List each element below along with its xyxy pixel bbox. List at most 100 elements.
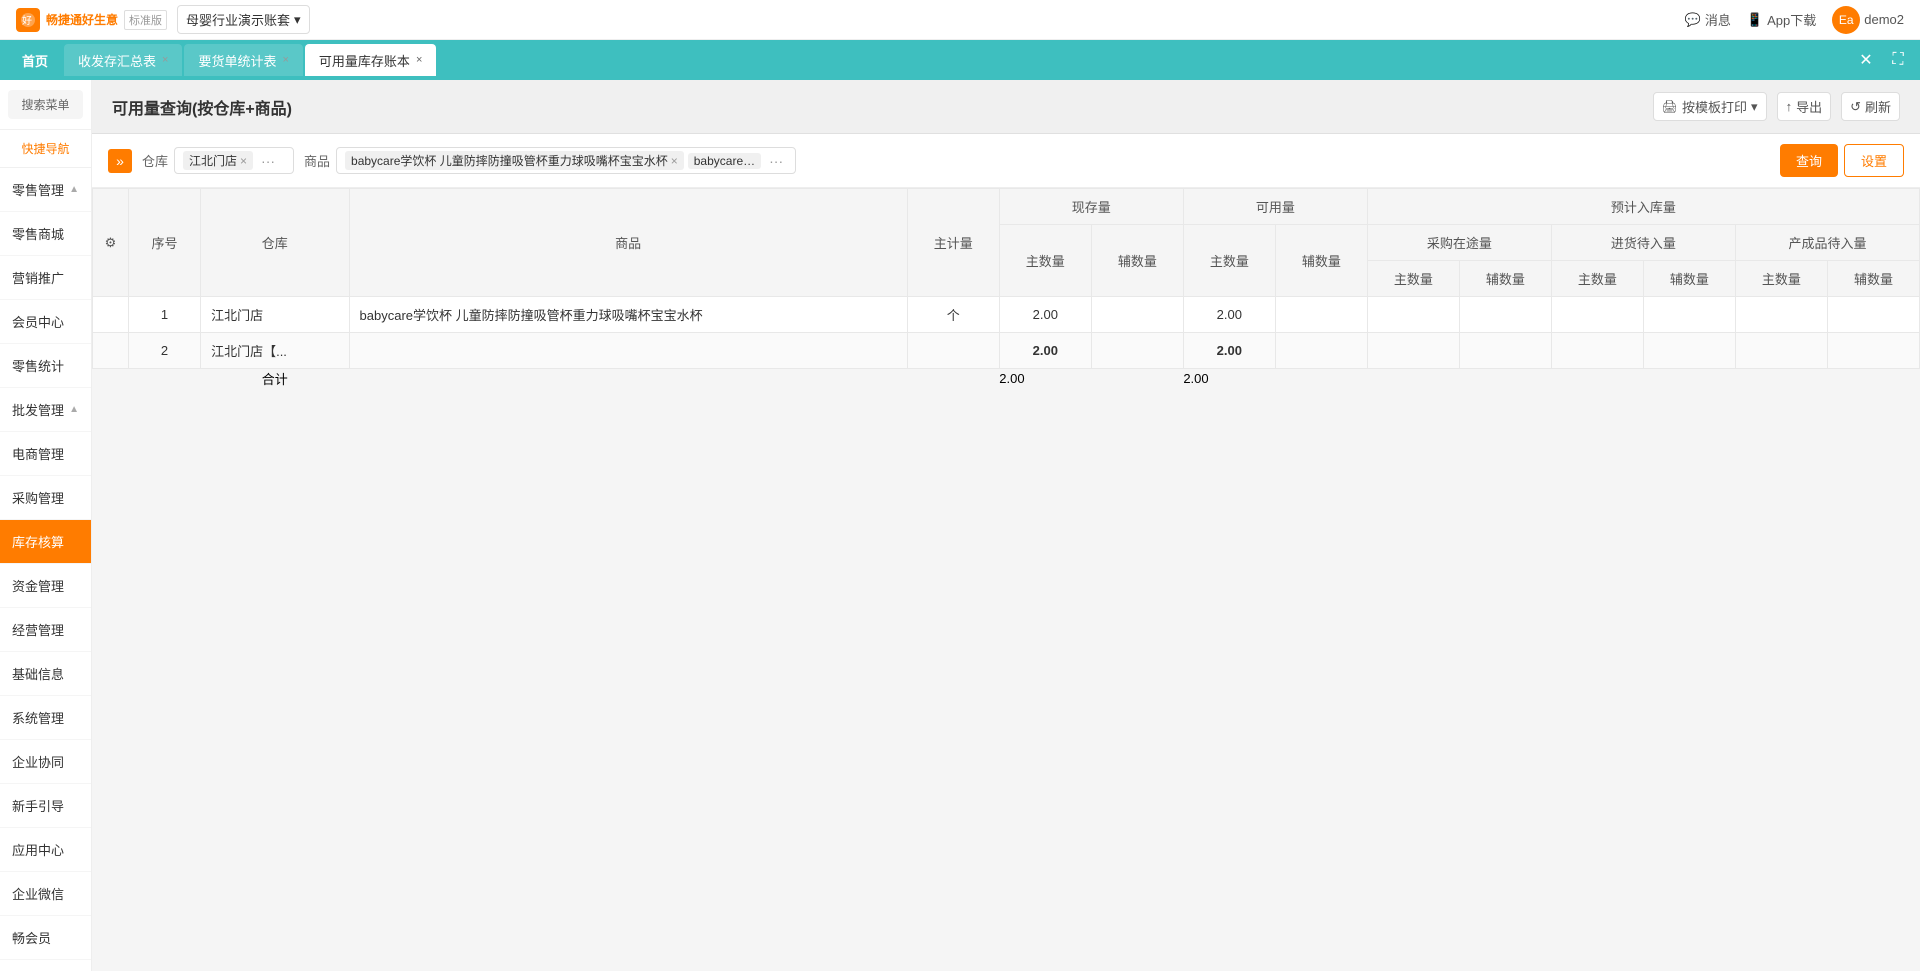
sidebar-item-basics[interactable]: 基础信息 <box>0 652 91 696</box>
sidebar-item-purchase[interactable]: 采购管理 <box>0 476 91 520</box>
industry-name: 母婴行业演示账套 <box>186 10 290 29</box>
sidebar-item-member[interactable]: 会员中心 <box>0 300 91 344</box>
sidebar-item-ecommerce[interactable]: 电商管理 <box>0 432 91 476</box>
sidebar-item-guide[interactable]: 新手引导 <box>0 784 91 828</box>
user-name: demo2 <box>1864 12 1904 27</box>
sidebar-item-operations-label: 经营管理 <box>12 620 64 639</box>
message-btn[interactable]: 💬 消息 <box>1685 10 1731 29</box>
top-bar-right: 💬 消息 📱 App下载 Ea demo2 <box>1685 6 1904 34</box>
sidebar-item-app-center-label: 应用中心 <box>12 840 64 859</box>
print-icon: 🖨 <box>1662 99 1679 115</box>
cell-inb-main-2 <box>1551 333 1643 369</box>
refresh-label: 刷新 <box>1865 97 1891 116</box>
tab-home[interactable]: 首页 <box>8 44 62 76</box>
action-buttons: 查询 设置 <box>1780 144 1904 177</box>
top-bar-left: 好 畅捷通好生意 标准版 母婴行业演示账套 ▾ <box>16 5 310 34</box>
th-settings[interactable]: ⚙ <box>93 189 129 297</box>
cell-settings-2 <box>93 333 129 369</box>
cell-prod-aux-2 <box>1827 333 1919 369</box>
export-btn[interactable]: ↑ 导出 <box>1777 92 1832 121</box>
tab-receive-summary[interactable]: 收发存汇总表 × <box>64 44 182 76</box>
tab-available-stock-close[interactable]: × <box>416 54 422 66</box>
warehouse-tag-remove[interactable]: × <box>240 154 247 168</box>
tab-available-stock[interactable]: 可用量库存账本 × <box>305 44 436 76</box>
nav-close-btn[interactable]: ✕ <box>1852 46 1880 74</box>
th-product-aux: 辅数量 <box>1827 261 1919 297</box>
sidebar-item-wechat[interactable]: 企业微信 <box>0 872 91 916</box>
warehouse-more-btn[interactable]: ··· <box>257 153 279 169</box>
cell-avail-aux-1 <box>1275 297 1367 333</box>
sidebar-search-button[interactable]: 搜索菜单 <box>8 90 83 119</box>
home-label: 首页 <box>22 51 48 70</box>
tab-order-stats[interactable]: 要货单统计表 × <box>184 44 302 76</box>
product-tag1: babycare学饮杯 儿童防摔防撞吸管杯重力球吸嘴杯宝宝水杯 × <box>345 151 684 170</box>
sidebar-item-wholesale[interactable]: 批发管理 ▲ <box>0 388 91 432</box>
warehouse-tag: 江北门店 × <box>183 151 253 170</box>
tab-order-stats-close[interactable]: × <box>282 54 288 66</box>
product-input[interactable]: babycare学饮杯 儿童防摔防撞吸管杯重力球吸嘴杯宝宝水杯 × babyca… <box>336 147 796 174</box>
nav-right-buttons: ✕ ⛶ <box>1852 46 1912 74</box>
tab-receive-summary-close[interactable]: × <box>162 54 168 66</box>
product-filter: 商品 babycare学饮杯 儿童防摔防撞吸管杯重力球吸嘴杯宝宝水杯 × bab… <box>304 147 796 174</box>
th-warehouse: 仓库 <box>201 189 349 297</box>
user-profile-btn[interactable]: Ea demo2 <box>1832 6 1904 34</box>
cell-product-2 <box>349 333 907 369</box>
industry-selector[interactable]: 母婴行业演示账套 ▾ <box>177 5 310 34</box>
cell-inb-aux-1 <box>1643 297 1735 333</box>
sidebar-item-system[interactable]: 系统管理 <box>0 696 91 740</box>
sidebar-item-retail-mall-label: 零售商城 <box>12 224 64 243</box>
product-tag1-remove[interactable]: × <box>671 154 678 168</box>
sidebar-item-wechat-label: 企业微信 <box>12 884 64 903</box>
sidebar-item-app-center[interactable]: 应用中心 <box>0 828 91 872</box>
sidebar-item-purchase-label: 采购管理 <box>12 488 64 507</box>
sidebar-item-finance[interactable]: 资金管理 <box>0 564 91 608</box>
footer-empty-seq <box>129 369 201 389</box>
sidebar-search-area: 搜索菜单 <box>0 80 91 130</box>
th-current-aux: 辅数量 <box>1091 225 1183 297</box>
nav-expand-btn[interactable]: ⛶ <box>1884 46 1912 74</box>
sidebar-item-inventory-label: 库存核算 <box>12 532 64 551</box>
refresh-btn[interactable]: ↺ 刷新 <box>1841 92 1900 121</box>
print-label: 按模板打印 <box>1682 97 1747 116</box>
top-bar: 好 畅捷通好生意 标准版 母婴行业演示账套 ▾ 💬 消息 📱 App下载 Ea … <box>0 0 1920 40</box>
sidebar-item-member2[interactable]: 畅会员 <box>0 916 91 960</box>
sidebar-item-inventory[interactable]: 库存核算 <box>0 520 91 564</box>
th-purchase-aux: 辅数量 <box>1459 261 1551 297</box>
sidebar-item-retail-mall[interactable]: 零售商城 <box>0 212 91 256</box>
th-available-main: 主数量 <box>1183 225 1275 297</box>
product-tag2: babycare… <box>688 153 761 169</box>
sidebar-item-marketing-label: 营销推广 <box>12 268 64 287</box>
cell-curr-aux-2 <box>1091 333 1183 369</box>
cell-avail-main-2: 2.00 <box>1183 333 1275 369</box>
sidebar-quick-nav[interactable]: 快捷导航 <box>0 130 91 168</box>
filter-expand-button[interactable]: » <box>108 149 132 173</box>
cell-unit-1: 个 <box>907 297 999 333</box>
th-current-stock-group: 现存量 <box>999 189 1183 225</box>
sidebar-item-enterprise[interactable]: 企业协同 <box>0 740 91 784</box>
sidebar: 搜索菜单 快捷导航 零售管理 ▲ 零售商城 营销推广 会员中心 零售统计 批发管… <box>0 80 92 971</box>
settings-button[interactable]: 设置 <box>1844 144 1904 177</box>
th-purchase-transit-group: 采购在途量 <box>1367 225 1551 261</box>
app-download-btn[interactable]: 📱 App下载 <box>1747 10 1816 29</box>
cell-avail-main-1: 2.00 <box>1183 297 1275 333</box>
print-template-btn[interactable]: 🖨 按模板打印 ▾ <box>1653 92 1767 121</box>
sidebar-item-operations[interactable]: 经营管理 <box>0 608 91 652</box>
app-icon: 📱 <box>1747 12 1763 28</box>
main-layout: 搜索菜单 快捷导航 零售管理 ▲ 零售商城 营销推广 会员中心 零售统计 批发管… <box>0 80 1920 971</box>
avatar: Ea <box>1832 6 1860 34</box>
sidebar-item-wholesale-label: 批发管理 <box>12 400 64 419</box>
cell-prod-aux-1 <box>1827 297 1919 333</box>
export-label: 导出 <box>1796 97 1822 116</box>
sidebar-item-retail-mgmt[interactable]: 零售管理 ▲ <box>0 168 91 212</box>
sidebar-item-retail-stats[interactable]: 零售统计 <box>0 344 91 388</box>
footer-label: 合计 <box>201 369 349 389</box>
sidebar-item-retail-stats-label: 零售统计 <box>12 356 64 375</box>
cell-seq-2: 2 <box>129 333 201 369</box>
chevron-icon-wholesale: ▲ <box>69 404 79 415</box>
warehouse-input[interactable]: 江北门店 × ··· <box>174 147 294 174</box>
sidebar-item-marketing[interactable]: 营销推广 <box>0 256 91 300</box>
query-button[interactable]: 查询 <box>1780 144 1838 177</box>
message-icon: 💬 <box>1685 12 1701 28</box>
product-more-btn[interactable]: ··· <box>765 153 787 169</box>
cell-curr-main-1: 2.00 <box>999 297 1091 333</box>
